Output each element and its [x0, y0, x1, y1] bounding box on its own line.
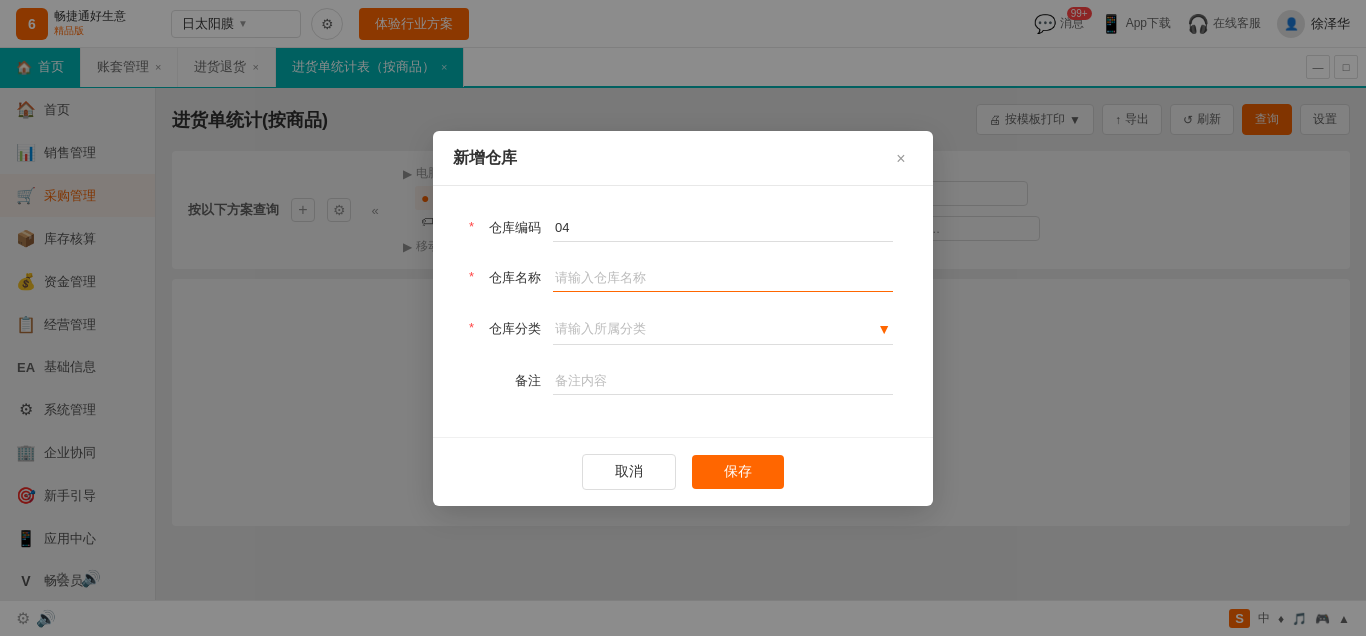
modal-title: 新增仓库: [453, 148, 517, 169]
form-row-code: 仓库编码: [473, 214, 893, 242]
modal-footer: 取消 保存: [433, 437, 933, 506]
modal-body: 仓库编码 仓库名称 仓库分类 请输入所属分类 ▼ 备注: [433, 186, 933, 437]
modal-close-button[interactable]: ×: [889, 147, 913, 171]
new-warehouse-modal: 新增仓库 × 仓库编码 仓库名称 仓库分类 请输入所属分类 ▼: [433, 131, 933, 506]
name-label: 仓库名称: [473, 269, 553, 287]
code-label: 仓库编码: [473, 219, 553, 237]
form-row-name: 仓库名称: [473, 264, 893, 292]
note-label: 备注: [473, 372, 553, 390]
category-dropdown-icon: ▼: [877, 321, 891, 337]
form-row-category: 仓库分类 请输入所属分类 ▼: [473, 314, 893, 345]
save-button[interactable]: 保存: [692, 455, 784, 489]
cancel-button[interactable]: 取消: [582, 454, 676, 490]
modal-header: 新增仓库 ×: [433, 131, 933, 186]
note-input[interactable]: [553, 367, 893, 395]
code-input[interactable]: [553, 214, 893, 242]
category-label: 仓库分类: [473, 320, 553, 338]
modal-overlay: 新增仓库 × 仓库编码 仓库名称 仓库分类 请输入所属分类 ▼: [0, 0, 1366, 636]
name-input[interactable]: [553, 264, 893, 292]
category-selector[interactable]: 请输入所属分类 ▼: [553, 314, 893, 345]
form-row-note: 备注: [473, 367, 893, 395]
category-selector-placeholder: 请输入所属分类: [555, 320, 877, 338]
